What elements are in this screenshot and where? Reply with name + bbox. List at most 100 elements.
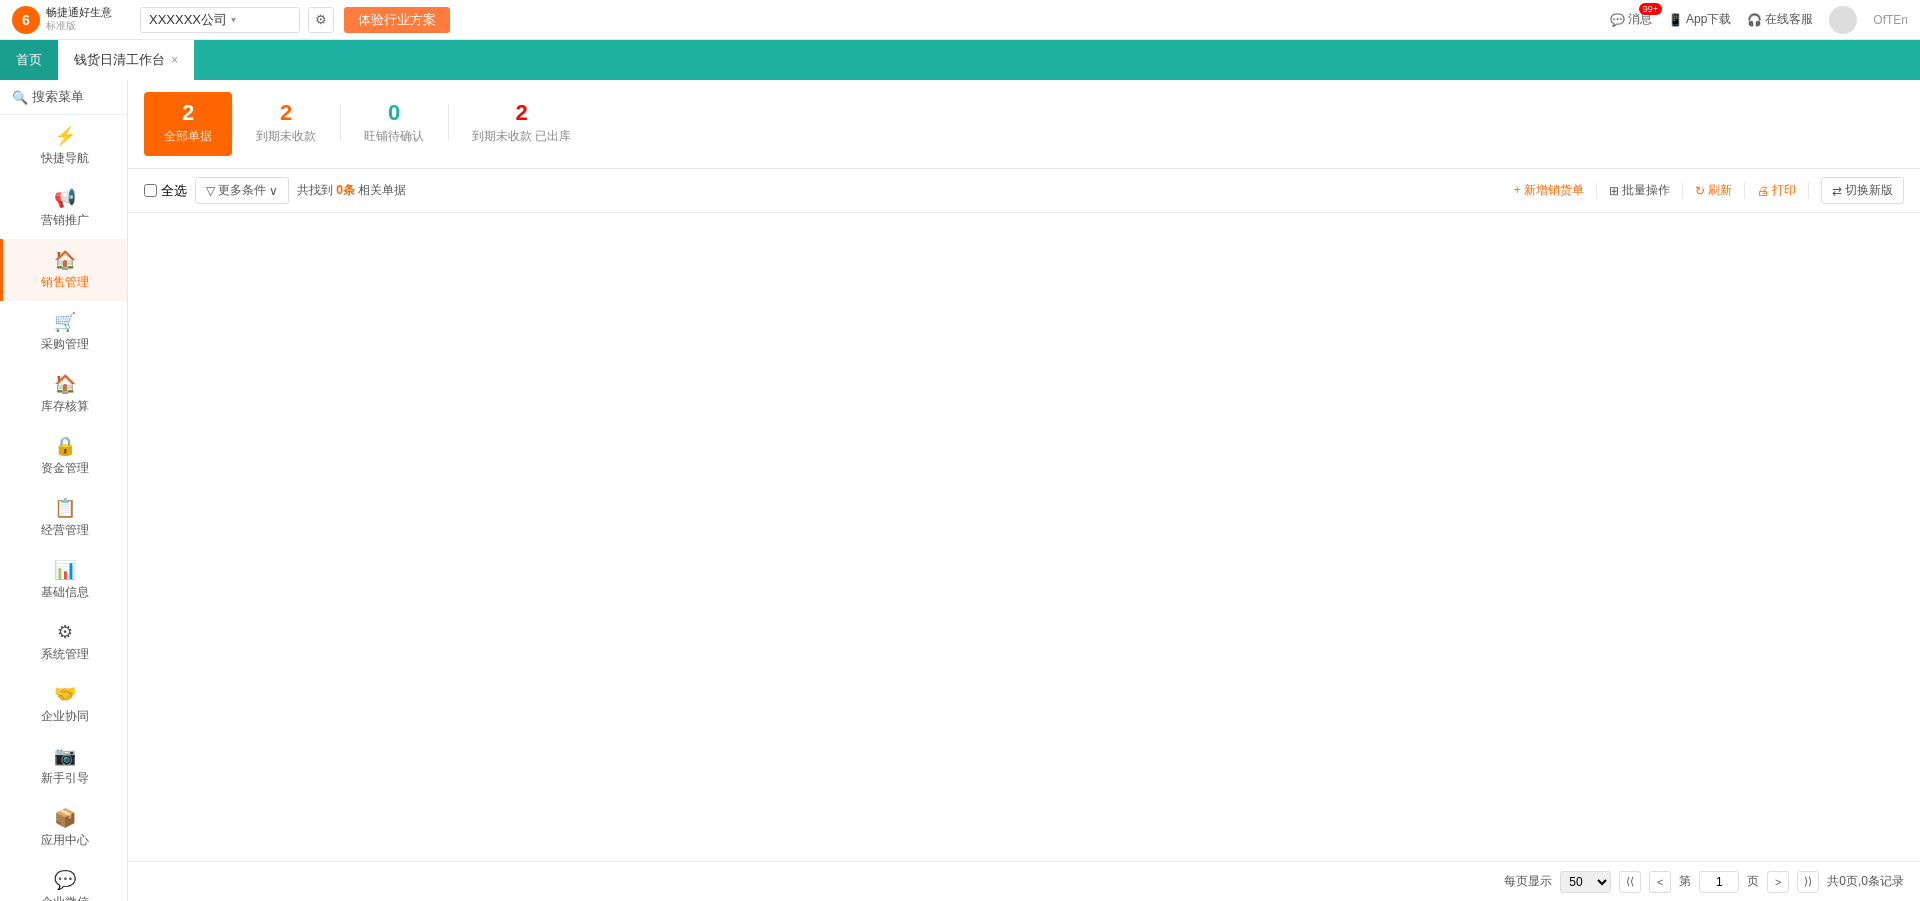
select-all-checkbox[interactable]: 全选 — [144, 182, 187, 200]
batch-icon: ⊞ — [1609, 184, 1619, 198]
tab-home[interactable]: 首页 — [0, 40, 58, 80]
sidebar-item-system[interactable]: ⚙ 系统管理 — [0, 611, 127, 673]
logo-title: 畅捷通好生意 — [46, 6, 112, 19]
wechat-icon: 💬 — [54, 869, 76, 891]
sidebar-item-operations[interactable]: 📋 经营管理 — [0, 487, 127, 549]
sidebar-item-basic-info[interactable]: 📊 基础信息 — [0, 549, 127, 611]
search-menu-label: 搜索菜单 — [32, 88, 84, 106]
message-button[interactable]: 💬 消息 99+ — [1610, 11, 1652, 28]
app-center-icon: 📦 — [54, 807, 76, 829]
daily-work-tab-label: 钱货日清工作台 — [74, 51, 165, 69]
minimize-icon[interactable]: — — [1876, 443, 1890, 459]
purchase-icon: 🛒 — [54, 311, 76, 333]
message-badge: 99+ — [1639, 3, 1662, 15]
app-center-label: 应用中心 — [41, 832, 89, 849]
per-page-select[interactable]: 20 50 100 200 — [1560, 871, 1611, 893]
stat-overdue-out-label: 到期未收款 已出库 — [472, 128, 571, 145]
refresh-label: 刷新 — [1708, 182, 1732, 199]
batch-operation-button[interactable]: ⊞ 批量操作 — [1609, 182, 1670, 199]
filter-button[interactable]: ▽ 更多条件 ∨ — [195, 177, 289, 204]
avatar[interactable] — [1829, 6, 1857, 34]
next-page-button[interactable]: > — [1767, 871, 1789, 893]
table-area — [128, 213, 1920, 861]
page-label2: 页 — [1747, 873, 1759, 890]
tab-daily-work[interactable]: 钱货日清工作台 × — [58, 40, 194, 80]
sidebar-search[interactable]: 🔍 搜索菜单 — [0, 80, 127, 115]
finance-icon: 🔒 — [54, 435, 76, 457]
stat-pending-number: 0 — [364, 100, 424, 126]
wechat-label: 企业微信 — [41, 894, 89, 901]
add-label: + 新增销货单 — [1514, 182, 1584, 199]
found-prefix: 共找到 — [297, 183, 333, 197]
found-text: 共找到 0条 相关单据 — [297, 182, 406, 199]
found-suffix: 相关单据 — [358, 183, 406, 197]
home-tab-label: 首页 — [16, 51, 42, 69]
trial-button[interactable]: 体验行业方案 — [344, 7, 450, 33]
print-icon: 🖨 — [1757, 184, 1769, 198]
select-all-input[interactable] — [144, 184, 157, 197]
sidebar-item-purchase[interactable]: 🛒 采购管理 — [0, 301, 127, 363]
add-sales-order-button[interactable]: + 新增销货单 — [1511, 182, 1584, 199]
gear-icon: ⚙ — [315, 12, 327, 27]
filter-label: 更多条件 — [218, 182, 266, 199]
maximize-icon[interactable]: ⤢ — [1898, 443, 1910, 459]
per-page-label: 每页显示 — [1504, 873, 1552, 890]
chevron-down-icon: ▾ — [231, 14, 236, 25]
sidebar-item-marketing[interactable]: 📢 营销推广 — [0, 177, 127, 239]
settings-button[interactable]: ⚙ — [308, 7, 334, 33]
top-right-area: 💬 消息 99+ 📱 App下载 🎧 在线客服 OfTEn — [1610, 6, 1908, 34]
sidebar-item-wechat[interactable]: 💬 企业微信 — [0, 859, 127, 901]
operations-label: 经营管理 — [41, 522, 89, 539]
prev-page-button[interactable]: < — [1649, 871, 1671, 893]
stat-card-all[interactable]: 2 全部单据 — [144, 92, 232, 156]
marketing-label: 营销推广 — [41, 212, 89, 229]
stat-card-overdue-out[interactable]: 2 到期未收款 已出库 — [448, 92, 595, 156]
nav-tabs: 首页 钱货日清工作台 × — ⤢ — [0, 40, 1920, 80]
basic-info-label: 基础信息 — [41, 584, 89, 601]
search-icon: 🔍 — [12, 90, 28, 105]
divider4 — [1808, 183, 1809, 199]
stat-card-overdue[interactable]: 2 到期未收款 — [232, 92, 340, 156]
sidebar: 🔍 搜索菜单 ⚡ 快捷导航 📢 营销推广 🏠 销售管理 🛒 采购管理 🏠 库存核… — [0, 80, 128, 901]
sidebar-item-quick-nav[interactable]: ⚡ 快捷导航 — [0, 115, 127, 177]
system-icon: ⚙ — [57, 621, 73, 643]
stat-overdue-number: 2 — [256, 100, 316, 126]
main-layout: 🔍 搜索菜单 ⚡ 快捷导航 📢 营销推广 🏠 销售管理 🛒 采购管理 🏠 库存核… — [0, 80, 1920, 901]
online-service-button[interactable]: 🎧 在线客服 — [1747, 11, 1813, 28]
logo-area: 6 畅捷通好生意 标准版 — [12, 6, 140, 34]
sidebar-item-app-center[interactable]: 📦 应用中心 — [0, 797, 127, 859]
toolbar-right: + 新增销货单 ⊞ 批量操作 ↻ 刷新 🖨 打印 — [1511, 177, 1904, 204]
app-icon: 📱 — [1668, 13, 1683, 27]
last-page-button[interactable]: ⟩⟩ — [1797, 871, 1819, 893]
guide-icon: 📷 — [54, 745, 76, 767]
filter-chevron-icon: ∨ — [269, 184, 278, 198]
system-label: 系统管理 — [41, 646, 89, 663]
logo-subtitle: 标准版 — [46, 19, 112, 33]
switch-version-button[interactable]: ⇄ 切换新版 — [1821, 177, 1904, 204]
stat-card-pending[interactable]: 0 旺铺待确认 — [340, 92, 448, 156]
page-number-input[interactable] — [1699, 871, 1739, 893]
message-icon: 💬 — [1610, 13, 1625, 27]
found-count: 0条 — [336, 183, 355, 197]
toolbar-left: 全选 ▽ 更多条件 ∨ 共找到 0条 相关单据 — [144, 177, 1499, 204]
switch-icon: ⇄ — [1832, 184, 1842, 198]
batch-label: 批量操作 — [1622, 182, 1670, 199]
app-download-button[interactable]: 📱 App下载 — [1668, 11, 1731, 28]
app-label: App下载 — [1686, 11, 1731, 28]
sidebar-item-inventory[interactable]: 🏠 库存核算 — [0, 363, 127, 425]
tab-window-actions: — ⤢ — [1876, 443, 1910, 459]
refresh-icon: ↻ — [1695, 184, 1705, 198]
first-page-button[interactable]: ⟨⟨ — [1619, 871, 1641, 893]
refresh-button[interactable]: ↻ 刷新 — [1695, 182, 1732, 199]
print-button[interactable]: 🖨 打印 — [1757, 182, 1796, 199]
sidebar-item-finance[interactable]: 🔒 资金管理 — [0, 425, 127, 487]
sidebar-item-guide[interactable]: 📷 新手引导 — [0, 735, 127, 797]
tab-close-icon[interactable]: × — [171, 53, 178, 67]
company-selector[interactable]: XXXXXX公司 ▾ — [140, 7, 300, 33]
sidebar-item-sales[interactable]: 🏠 销售管理 — [0, 239, 127, 301]
logo-icon: 6 — [12, 6, 40, 34]
page-label: 第 — [1679, 873, 1691, 890]
sidebar-item-cooperation[interactable]: 🤝 企业协同 — [0, 673, 127, 735]
divider — [1596, 183, 1597, 199]
inventory-icon: 🏠 — [54, 373, 76, 395]
